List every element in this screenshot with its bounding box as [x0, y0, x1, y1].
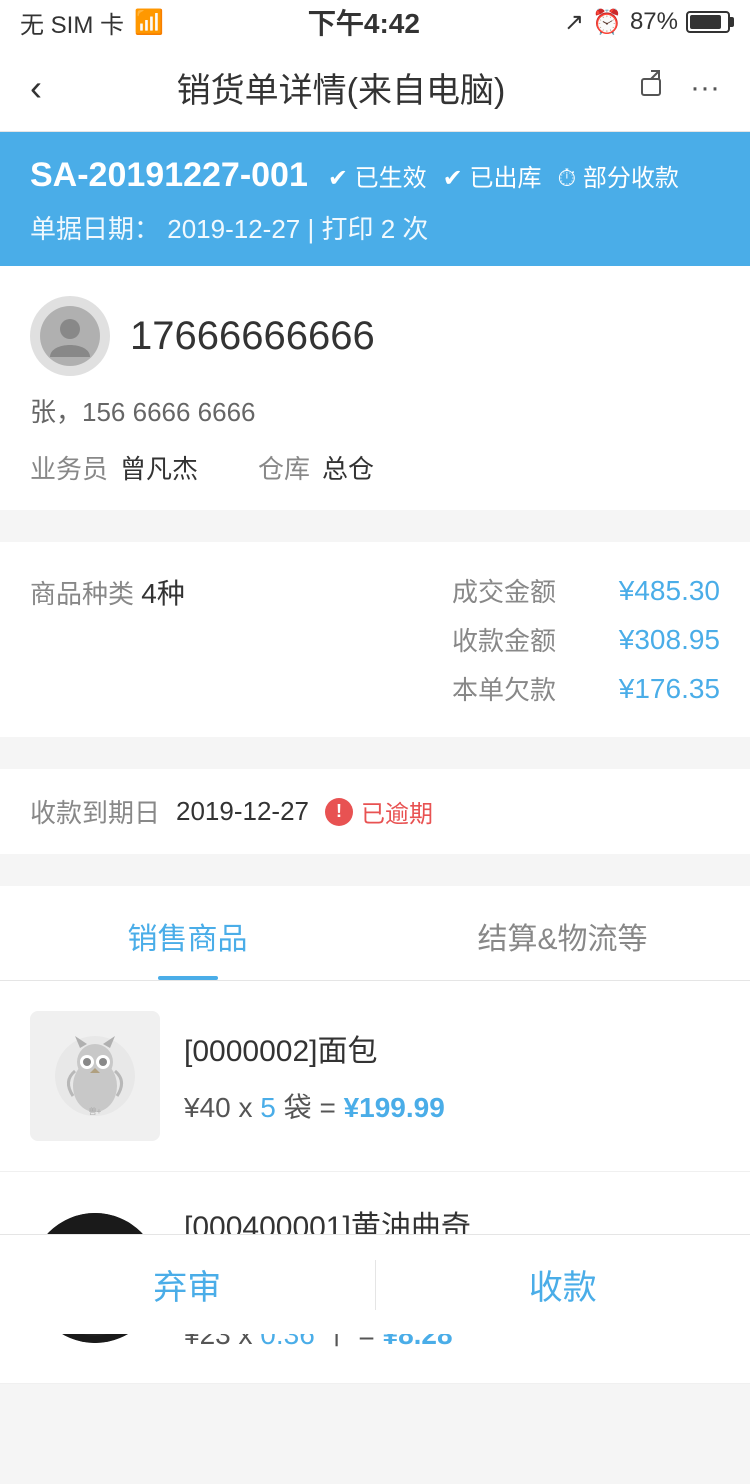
total-1: ¥199.99 [344, 1092, 445, 1123]
product-types-count: 4种 [141, 578, 185, 609]
cancel-button[interactable]: 弃审 [0, 1235, 375, 1334]
wifi-icon: 📶 [134, 8, 164, 37]
tab-settlement[interactable]: 结算&物流等 [375, 886, 750, 980]
warehouse-label: 仓库 [258, 449, 310, 486]
nav-actions: ··· [640, 69, 720, 107]
divider-3 [0, 870, 750, 886]
product-price-1: ¥40 x 5 袋 = ¥199.99 [184, 1086, 720, 1126]
overdue-label: 收款到期日 [30, 793, 160, 830]
carrier-label: 无 SIM 卡 [20, 5, 124, 40]
status-left: 无 SIM 卡 📶 [20, 5, 164, 40]
overdue-date: 2019-12-27 [176, 796, 309, 827]
tab-products[interactable]: 销售商品 [0, 886, 375, 980]
status-badges: ✔ 已生效 ✔ 已出库 ⏱ 部分收款 [328, 158, 679, 193]
tab-settlement-label: 结算&物流等 [477, 923, 647, 956]
multiply-1: x [239, 1092, 261, 1123]
price-1: ¥40 [184, 1092, 231, 1123]
status-shipped: ✔ 已出库 [443, 158, 542, 193]
bottom-bar: 弃审 收款 [0, 1234, 750, 1334]
salesperson-label: 业务员 [30, 449, 108, 486]
battery-fill [690, 15, 721, 29]
print-separator: | 打印 [307, 214, 380, 244]
warehouse-value: 总仓 [322, 449, 374, 486]
banner-sub: 单据日期： 2019-12-27 | 打印 2 次 [30, 209, 720, 246]
trading-amount-label: 成交金额 [452, 572, 556, 609]
product-item: 兽+ [0000002]面包 ¥40 x 5 袋 = ¥199.99 [0, 981, 750, 1172]
product-info-1: [0000002]面包 ¥40 x 5 袋 = ¥199.99 [184, 1026, 720, 1126]
date-label: 单据日期： [30, 214, 160, 244]
product-types-label: 商品种类 [30, 579, 134, 609]
customer-name: 张，156 6666 6666 [30, 392, 720, 429]
salesperson-value: 曾凡杰 [120, 449, 198, 486]
product-name-1: [0000002]面包 [184, 1026, 720, 1070]
avatar-inner [40, 306, 100, 366]
unpaid-amount-value: ¥176.35 [580, 673, 720, 705]
unpaid-amount-row: 本单欠款 ¥176.35 [452, 670, 720, 707]
unit-1: 袋 [284, 1092, 312, 1123]
print-suffix: 次 [402, 214, 428, 244]
customer-meta: 业务员 曾凡杰 仓库 总仓 [30, 449, 720, 486]
banner-top: SA-20191227-001 ✔ 已生效 ✔ 已出库 ⏱ 部分收款 [30, 156, 720, 195]
overdue-icon: ! [325, 798, 353, 826]
header-banner: SA-20191227-001 ✔ 已生效 ✔ 已出库 ⏱ 部分收款 单据日期：… [0, 132, 750, 266]
status-right: ↗ ⏰ 87% [564, 8, 730, 37]
tabs-header: 销售商品 结算&物流等 [0, 886, 750, 981]
tab-products-label: 销售商品 [128, 923, 248, 956]
trading-amount-value: ¥485.30 [580, 575, 720, 607]
status-bar: 无 SIM 卡 📶 下午4:42 ↗ ⏰ 87% [0, 0, 750, 44]
status-time: 下午4:42 [308, 2, 420, 42]
trading-amount-row: 成交金额 ¥485.30 [452, 572, 720, 609]
more-icon[interactable]: ··· [690, 71, 720, 105]
battery-percent: 87% [630, 8, 678, 36]
divider-1 [0, 526, 750, 542]
salesperson-item: 业务员 曾凡杰 [30, 449, 198, 486]
back-button[interactable]: ‹ [30, 67, 42, 109]
order-id: SA-20191227-001 [30, 156, 308, 195]
overdue-badge: ! 已逾期 [325, 794, 433, 829]
status-partial: ⏱ 部分收款 [557, 158, 678, 193]
overdue-section: 收款到期日 2019-12-27 ! 已逾期 [0, 769, 750, 854]
bottom-spacer [0, 1384, 750, 1484]
print-count: 2 [381, 214, 395, 244]
collected-amount-value: ¥308.95 [580, 624, 720, 656]
customer-phone: 17666666666 [130, 314, 375, 359]
location-icon: ↗ [564, 8, 584, 37]
product-types: 商品种类 4种 [30, 572, 185, 612]
status-active: ✔ 已生效 [328, 158, 427, 193]
page-title: 销货单详情(来自电脑) [177, 63, 506, 112]
qty-1: 5 [260, 1092, 276, 1123]
collected-amount-label: 收款金额 [452, 621, 556, 658]
customer-section: 17666666666 张，156 6666 6666 业务员 曾凡杰 仓库 总… [0, 266, 750, 510]
customer-top: 17666666666 [30, 296, 720, 376]
unpaid-amount-label: 本单欠款 [452, 670, 556, 707]
svg-text:兽+: 兽+ [89, 1106, 102, 1116]
overdue-text: 已逾期 [361, 794, 433, 829]
confirm-button[interactable]: 收款 [376, 1235, 750, 1334]
nav-bar: ‹ 销货单详情(来自电脑) ··· [0, 44, 750, 132]
equals-1: = [319, 1092, 343, 1123]
summary-section: 商品种类 4种 成交金额 ¥485.30 收款金额 ¥308.95 本单欠款 ¥… [0, 542, 750, 737]
alarm-icon: ⏰ [592, 8, 622, 37]
share-icon[interactable] [640, 69, 670, 107]
product-thumb-1: 兽+ [30, 1011, 160, 1141]
collected-amount-row: 收款金额 ¥308.95 [452, 621, 720, 658]
warehouse-item: 仓库 总仓 [258, 449, 374, 486]
avatar [30, 296, 110, 376]
divider-2 [0, 753, 750, 769]
battery-bar [686, 11, 730, 33]
order-date: 2019-12-27 [167, 214, 300, 244]
summary-right: 成交金额 ¥485.30 收款金额 ¥308.95 本单欠款 ¥176.35 [452, 572, 720, 707]
